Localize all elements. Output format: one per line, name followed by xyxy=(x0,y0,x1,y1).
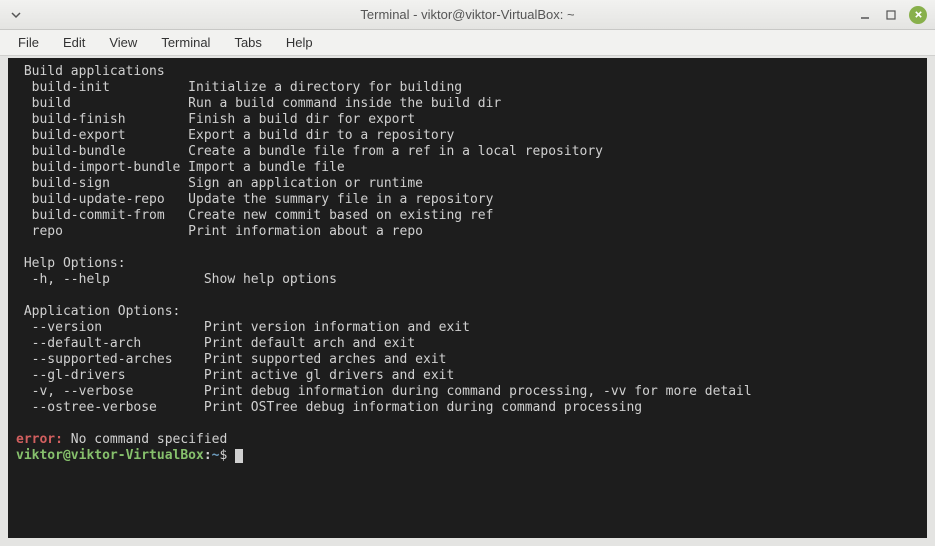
terminal-container: Build applications build-init Initialize… xyxy=(0,56,935,546)
menu-file[interactable]: File xyxy=(8,32,49,53)
maximize-button[interactable] xyxy=(883,7,899,23)
minimize-button[interactable] xyxy=(857,7,873,23)
app-menu-icon[interactable] xyxy=(8,7,24,23)
error-message: No command specified xyxy=(63,432,227,447)
terminal-cursor xyxy=(235,449,243,463)
menu-help[interactable]: Help xyxy=(276,32,323,53)
window-title: Terminal - viktor@viktor-VirtualBox: ~ xyxy=(0,7,935,22)
menu-view[interactable]: View xyxy=(99,32,147,53)
menu-bar: File Edit View Terminal Tabs Help xyxy=(0,30,935,56)
error-label: error: xyxy=(16,432,63,447)
prompt-user-host: viktor@viktor-VirtualBox xyxy=(16,448,204,463)
window-titlebar: Terminal - viktor@viktor-VirtualBox: ~ xyxy=(0,0,935,30)
close-button[interactable] xyxy=(909,6,927,24)
menu-tabs[interactable]: Tabs xyxy=(224,32,271,53)
menu-terminal[interactable]: Terminal xyxy=(151,32,220,53)
prompt-path: ~ xyxy=(212,448,220,463)
terminal-output[interactable]: Build applications build-init Initialize… xyxy=(8,58,927,538)
menu-edit[interactable]: Edit xyxy=(53,32,95,53)
